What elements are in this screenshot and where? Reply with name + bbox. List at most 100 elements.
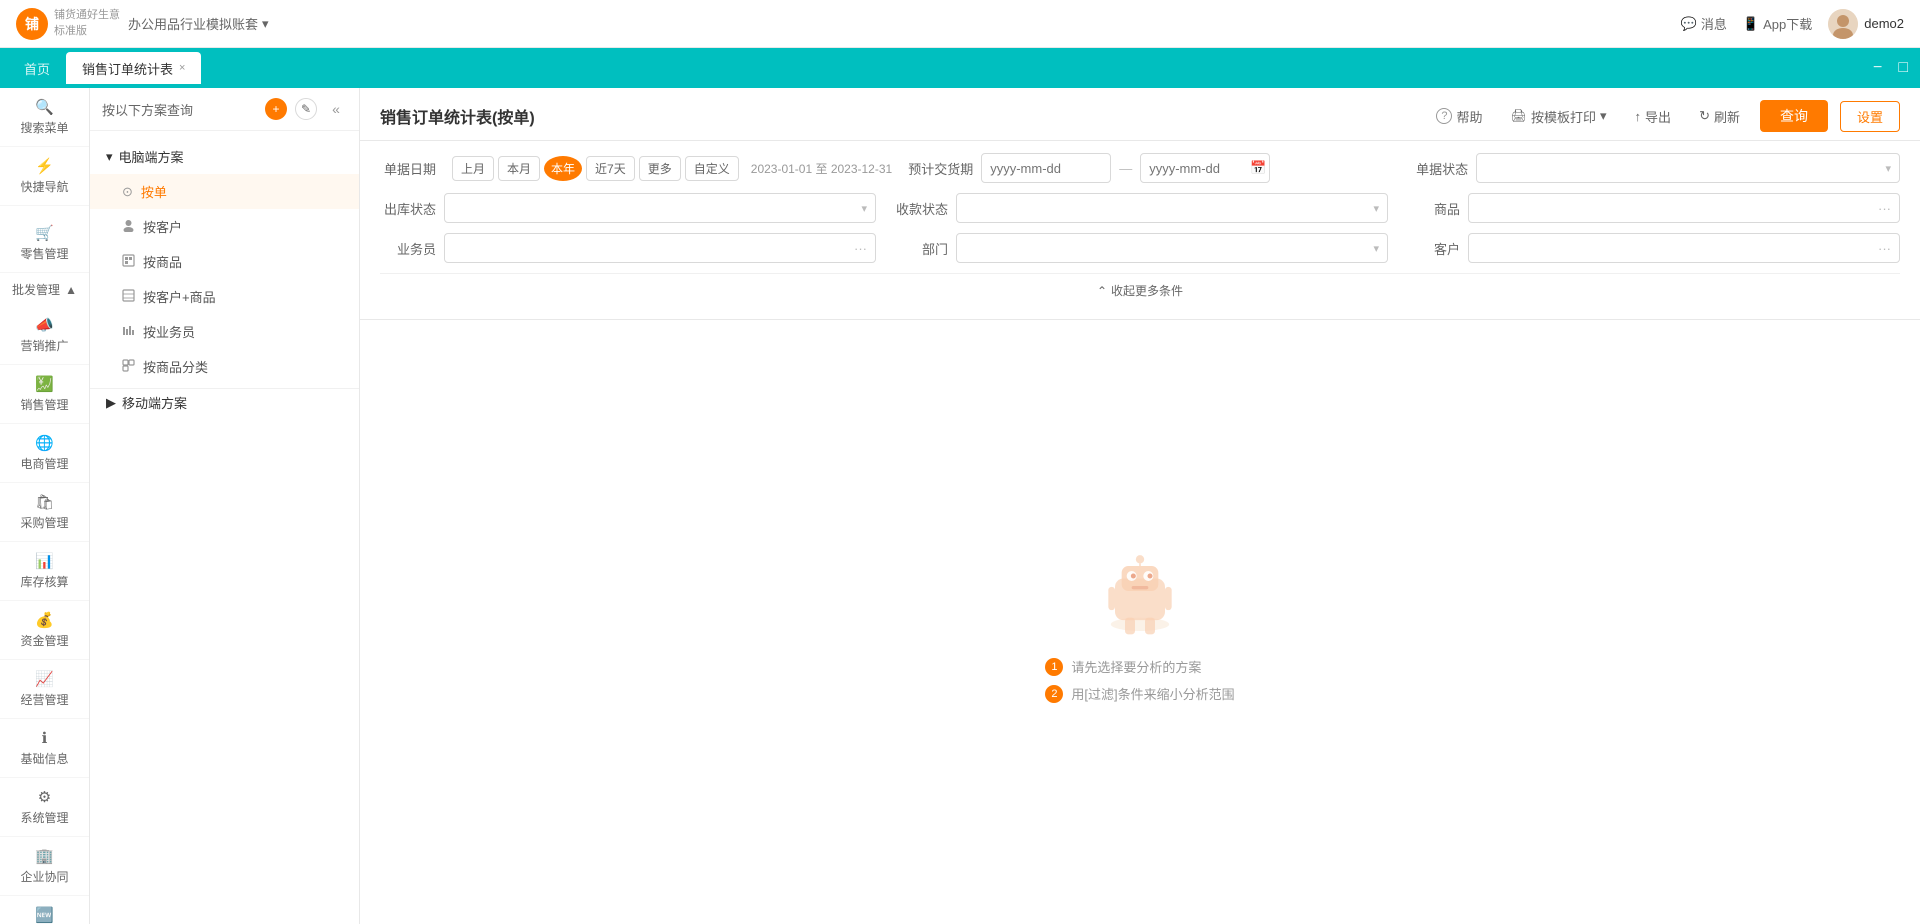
customer-select[interactable]: ···: [1468, 233, 1900, 263]
sidebar-item-system[interactable]: ⚙ 系统管理: [0, 778, 89, 837]
doc-status-arrow: ▾: [1885, 162, 1891, 175]
sidebar-item-search-menu[interactable]: 🔍 搜索菜单: [0, 88, 89, 147]
customer-label: 客户: [1404, 239, 1460, 258]
collapse-label: 收起更多条件: [1111, 282, 1183, 299]
export-icon: ↑: [1635, 109, 1642, 124]
scheme-item-by-order[interactable]: ⊙ 按单: [90, 174, 359, 209]
empty-state: 1 请先选择要分析的方案 2 用[过滤]条件来缩小分析范围: [1045, 541, 1234, 703]
hint-1-text: 请先选择要分析的方案: [1071, 657, 1201, 676]
query-button[interactable]: 查询: [1760, 100, 1828, 132]
scheme-group-mobile[interactable]: ▶ 移动端方案: [90, 388, 359, 420]
scheme-add-btn[interactable]: +: [265, 98, 287, 120]
message-button[interactable]: 💬 消息: [1681, 14, 1727, 33]
scheme-item-by-customer[interactable]: 按客户: [90, 209, 359, 244]
quick-nav-icon: ⚡: [35, 157, 54, 175]
department-label: 部门: [892, 239, 948, 258]
print-label: 按模板打印: [1531, 107, 1596, 126]
scheme-collapse-btn[interactable]: «: [325, 98, 347, 120]
date-dash: —: [1119, 161, 1132, 176]
date-btn-custom[interactable]: 自定义: [685, 156, 739, 181]
tab-home[interactable]: 首页: [8, 52, 66, 84]
export-btn[interactable]: ↑ 导出: [1627, 103, 1680, 130]
settings-button[interactable]: 设置: [1840, 101, 1900, 132]
new-guide-icon: 🆕: [35, 906, 54, 924]
basic-info-icon: ℹ: [42, 729, 48, 747]
inventory-icon: 📊: [35, 552, 54, 570]
by-product-category-label: 按商品分类: [143, 357, 208, 376]
tab-close-icon[interactable]: ×: [179, 62, 185, 74]
scheme-group-desktop-arrow: ▾: [106, 149, 113, 165]
shipment-status-arrow: ▾: [861, 202, 867, 215]
user-area[interactable]: demo2: [1828, 9, 1904, 39]
workspace-selector[interactable]: 办公用品行业模拟账套 ▾: [128, 14, 269, 33]
sidebar-item-marketing[interactable]: 📣 营销推广: [0, 306, 89, 365]
doc-status-select[interactable]: ▾: [1476, 153, 1900, 183]
date-btn-more[interactable]: 更多: [639, 156, 681, 181]
help-btn[interactable]: ? 帮助: [1428, 103, 1490, 130]
filter-row-2: 出库状态 ▾ 收款状态 ▾ 商品: [380, 193, 1900, 223]
department-select[interactable]: ▾: [956, 233, 1388, 263]
message-icon: 💬: [1681, 16, 1697, 32]
sidebar-item-enterprise[interactable]: 🏢 企业协同: [0, 837, 89, 896]
sidebar-item-inventory[interactable]: 📊 库存核算: [0, 542, 89, 601]
calendar-icon-start[interactable]: 📅: [1250, 160, 1266, 176]
product-section: 商品 ···: [1404, 193, 1900, 223]
date-btn-this-month[interactable]: 本月: [498, 156, 540, 181]
search-menu-label: 搜索菜单: [20, 119, 68, 136]
app-download-label: App下载: [1763, 14, 1812, 33]
tab-maximize-btn[interactable]: □: [1894, 55, 1912, 81]
main-layout: 🔍 搜索菜单 ⚡ 快捷导航 🛒 零售管理 批发管理 ▲ 📣 营销推广 💹 销售管…: [0, 88, 1920, 924]
by-salesperson-icon: [122, 324, 135, 340]
salesperson-section: 业务员 ···: [380, 233, 876, 263]
mobile-icon: 📱: [1743, 16, 1759, 32]
shipment-status-select[interactable]: ▾: [444, 193, 876, 223]
purchase-icon: 🛍: [35, 493, 54, 511]
collapse-conditions-btn[interactable]: ⌃ 收起更多条件: [380, 273, 1900, 307]
scheme-item-by-salesperson[interactable]: 按业务员: [90, 314, 359, 349]
by-order-icon: ⊙: [122, 184, 133, 200]
date-btn-this-year[interactable]: 本年: [544, 156, 582, 181]
payment-status-select[interactable]: ▾: [956, 193, 1388, 223]
collapse-up-arrow: ⌃: [1097, 284, 1107, 298]
sidebar-item-basic-info[interactable]: ℹ 基础信息: [0, 719, 89, 778]
tab-minimize-btn[interactable]: −: [1869, 55, 1886, 81]
sidebar-item-quick-nav[interactable]: ⚡ 快捷导航: [0, 147, 89, 206]
product-select[interactable]: ···: [1468, 193, 1900, 223]
payment-status-section: 收款状态 ▾: [892, 193, 1388, 223]
salesperson-select[interactable]: ···: [444, 233, 876, 263]
print-btn[interactable]: 🖨 按模板打印 ▾: [1502, 103, 1614, 130]
expected-delivery-start[interactable]: [981, 153, 1111, 183]
sidebar-item-operations[interactable]: 📈 经营管理: [0, 660, 89, 719]
app-download-button[interactable]: 📱 App下载: [1743, 14, 1812, 33]
scheme-panel-header: 按以下方案查询 + ✎ «: [90, 88, 359, 131]
hint-num-1: 1: [1045, 658, 1063, 676]
scheme-group-mobile-arrow: ▶: [106, 395, 116, 411]
workspace-arrow: ▾: [262, 16, 269, 32]
product-label: 商品: [1404, 199, 1460, 218]
sidebar-item-new-guide[interactable]: 🆕 新手引导: [0, 896, 89, 924]
date-filter-buttons: 上月 本月 本年 近7天 更多 自定义 2023-01-01 至 2023-12…: [452, 156, 892, 181]
scheme-panel-title: 按以下方案查询: [102, 100, 257, 119]
sidebar-item-wholesale[interactable]: 批发管理 ▲: [0, 273, 89, 306]
scheme-item-by-product[interactable]: 按商品: [90, 244, 359, 279]
date-btn-last-7-days[interactable]: 近7天: [586, 156, 635, 181]
scheme-group-desktop[interactable]: ▾ 电脑端方案: [90, 139, 359, 174]
marketing-label: 营销推广: [20, 337, 68, 354]
sidebar-item-sales[interactable]: 💹 销售管理: [0, 365, 89, 424]
scheme-edit-btn[interactable]: ✎: [295, 98, 317, 120]
top-bar: 铺 铺货通好生意标准版 办公用品行业模拟账套 ▾ 💬 消息 📱 App下载 de…: [0, 0, 1920, 48]
sidebar-item-purchase[interactable]: 🛍 采购管理: [0, 483, 89, 542]
scheme-list: ▾ 电脑端方案 ⊙ 按单 按客户 按商品: [90, 131, 359, 428]
sidebar-item-retail[interactable]: 🛒 零售管理: [0, 214, 89, 273]
scheme-group-mobile-label: 移动端方案: [122, 393, 187, 412]
refresh-btn[interactable]: ↻ 刷新: [1691, 103, 1748, 130]
scheme-item-by-product-category[interactable]: 按商品分类: [90, 349, 359, 384]
date-btn-last-month[interactable]: 上月: [452, 156, 494, 181]
print-icon: 🖨: [1510, 108, 1527, 124]
product-dots-icon: ···: [1878, 201, 1891, 216]
quick-nav-label: 快捷导航: [20, 178, 68, 195]
tab-sales-order-stats[interactable]: 销售订单统计表 ×: [66, 52, 201, 84]
scheme-item-by-customer-product[interactable]: 按客户+商品: [90, 279, 359, 314]
sidebar-item-finance[interactable]: 💰 资金管理: [0, 601, 89, 660]
sidebar-item-ecommerce[interactable]: 🌐 电商管理: [0, 424, 89, 483]
